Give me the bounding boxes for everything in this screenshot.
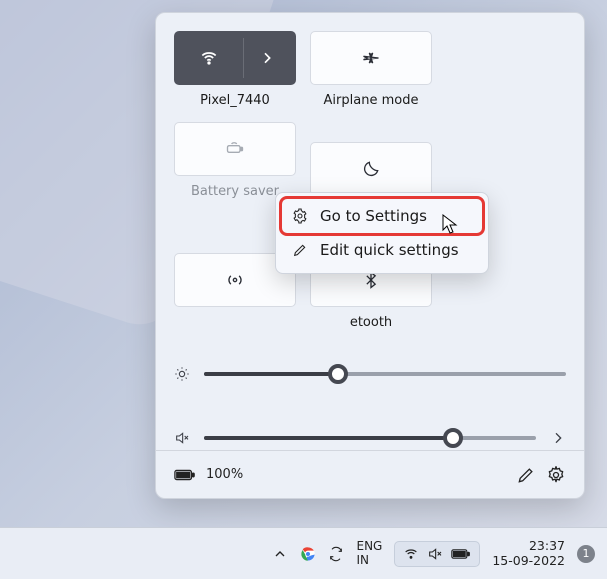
brightness-slider[interactable] <box>204 372 566 376</box>
gear-icon <box>292 208 308 224</box>
context-menu: Go to Settings Edit quick settings <box>275 192 489 274</box>
notification-badge[interactable]: 1 <box>577 545 595 563</box>
menu-label: Edit quick settings <box>320 241 459 259</box>
volume-thumb[interactable] <box>443 428 463 448</box>
sync-icon[interactable] <box>328 546 344 562</box>
chevron-right-icon[interactable] <box>550 430 566 446</box>
pencil-icon <box>292 242 308 258</box>
volume-slider[interactable] <box>204 436 536 440</box>
airplane-label: Airplane mode <box>310 93 432 108</box>
moon-icon <box>361 159 381 179</box>
wifi-icon <box>199 48 219 68</box>
panel-footer: 100% <box>156 450 584 498</box>
airplane-icon <box>361 48 381 68</box>
battery-icon <box>174 468 196 482</box>
edit-icon[interactable] <box>516 465 536 485</box>
system-status-pill[interactable] <box>394 541 480 567</box>
language-indicator[interactable]: ENG IN <box>356 540 382 566</box>
system-tray: ENG IN 23:37 15-09-2022 1 <box>272 539 595 568</box>
volume-mute-icon <box>174 430 190 446</box>
brightness-thumb[interactable] <box>328 364 348 384</box>
clock[interactable]: 23:37 15-09-2022 <box>492 539 565 568</box>
time: 23:37 <box>492 539 565 553</box>
chevron-right-icon[interactable] <box>259 50 275 66</box>
battery-icon <box>451 548 471 560</box>
tile-col-wifi: Pixel_7440 <box>174 31 296 108</box>
tray-chevron-up-icon[interactable] <box>272 546 288 562</box>
volume-fill <box>204 436 453 440</box>
lang-1: ENG <box>356 540 382 553</box>
airplane-tile[interactable] <box>310 31 432 85</box>
taskbar: ENG IN 23:37 15-09-2022 1 <box>0 527 607 579</box>
wifi-tile[interactable] <box>174 31 296 85</box>
menu-label: Go to Settings <box>320 207 427 225</box>
battery-text: 100% <box>206 467 243 482</box>
go-to-settings-item[interactable]: Go to Settings <box>282 199 482 233</box>
date: 15-09-2022 <box>492 554 565 568</box>
brightness-slider-row <box>174 366 566 382</box>
volume-mute-icon <box>427 546 443 562</box>
gear-icon[interactable] <box>546 465 566 485</box>
tile-divider <box>243 38 244 78</box>
battery-saver-icon <box>223 139 247 159</box>
volume-slider-row <box>174 430 566 446</box>
bluetooth-label: etooth <box>310 315 432 330</box>
battery-saver-tile[interactable] <box>174 122 296 176</box>
tile-col-airplane: Airplane mode <box>310 31 432 108</box>
tile-grid: Pixel_7440 Airplane mode Battery saver <box>174 31 566 330</box>
brightness-icon <box>174 366 190 382</box>
wifi-icon <box>403 546 419 562</box>
hotspot-label <box>174 315 296 330</box>
wifi-label: Pixel_7440 <box>174 93 296 108</box>
focus-tile[interactable] <box>310 142 432 196</box>
chrome-icon[interactable] <box>300 546 316 562</box>
lang-2: IN <box>356 554 382 567</box>
brightness-fill <box>204 372 338 376</box>
hotspot-icon <box>225 270 245 290</box>
edit-quick-settings-item[interactable]: Edit quick settings <box>282 233 482 267</box>
